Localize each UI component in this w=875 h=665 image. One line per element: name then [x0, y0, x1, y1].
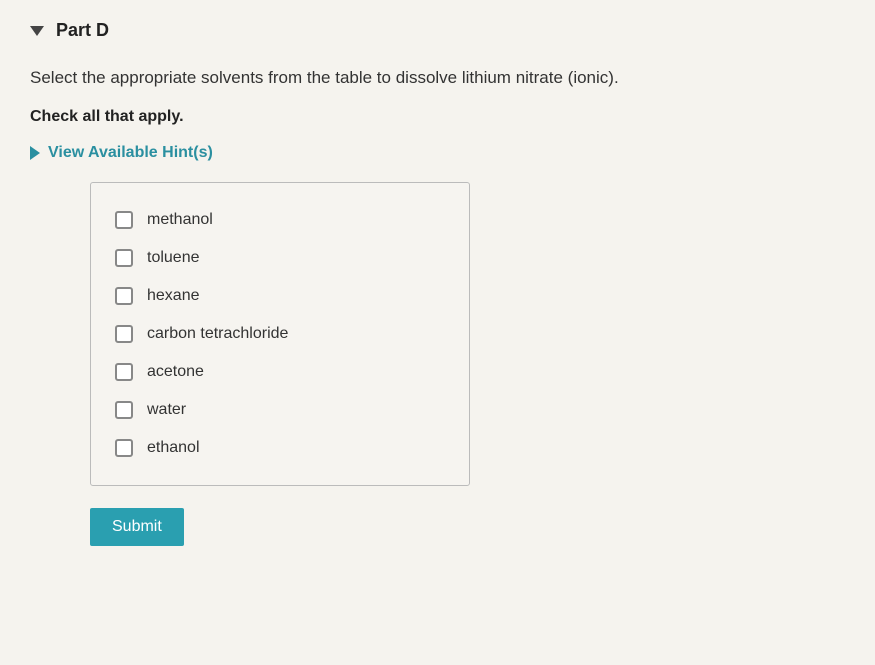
option-label: water: [147, 401, 186, 419]
option-row: ethanol: [115, 429, 445, 467]
option-label: toluene: [147, 249, 200, 267]
checkbox-ethanol[interactable]: [115, 439, 133, 457]
checkbox-toluene[interactable]: [115, 249, 133, 267]
checkbox-acetone[interactable]: [115, 363, 133, 381]
option-label: methanol: [147, 211, 213, 229]
hints-label: View Available Hint(s): [48, 144, 213, 162]
submit-button[interactable]: Submit: [90, 508, 184, 546]
part-title: Part D: [56, 20, 109, 41]
checkbox-carbon-tetrachloride[interactable]: [115, 325, 133, 343]
checkbox-methanol[interactable]: [115, 211, 133, 229]
view-hints-toggle[interactable]: View Available Hint(s): [30, 144, 845, 162]
chevron-right-icon: [30, 146, 40, 160]
option-row: toluene: [115, 239, 445, 277]
option-label: carbon tetrachloride: [147, 325, 288, 343]
option-label: ethanol: [147, 439, 200, 457]
question-text: Select the appropriate solvents from the…: [30, 66, 845, 90]
option-row: water: [115, 391, 445, 429]
check-all-instruction: Check all that apply.: [30, 108, 845, 126]
option-row: hexane: [115, 277, 445, 315]
option-row: carbon tetrachloride: [115, 315, 445, 353]
option-label: hexane: [147, 287, 200, 305]
collapse-icon[interactable]: [30, 26, 44, 36]
option-row: methanol: [115, 201, 445, 239]
option-row: acetone: [115, 353, 445, 391]
checkbox-hexane[interactable]: [115, 287, 133, 305]
options-box: methanol toluene hexane carbon tetrachlo…: [90, 182, 470, 486]
checkbox-water[interactable]: [115, 401, 133, 419]
option-label: acetone: [147, 363, 204, 381]
part-header: Part D: [30, 20, 845, 41]
